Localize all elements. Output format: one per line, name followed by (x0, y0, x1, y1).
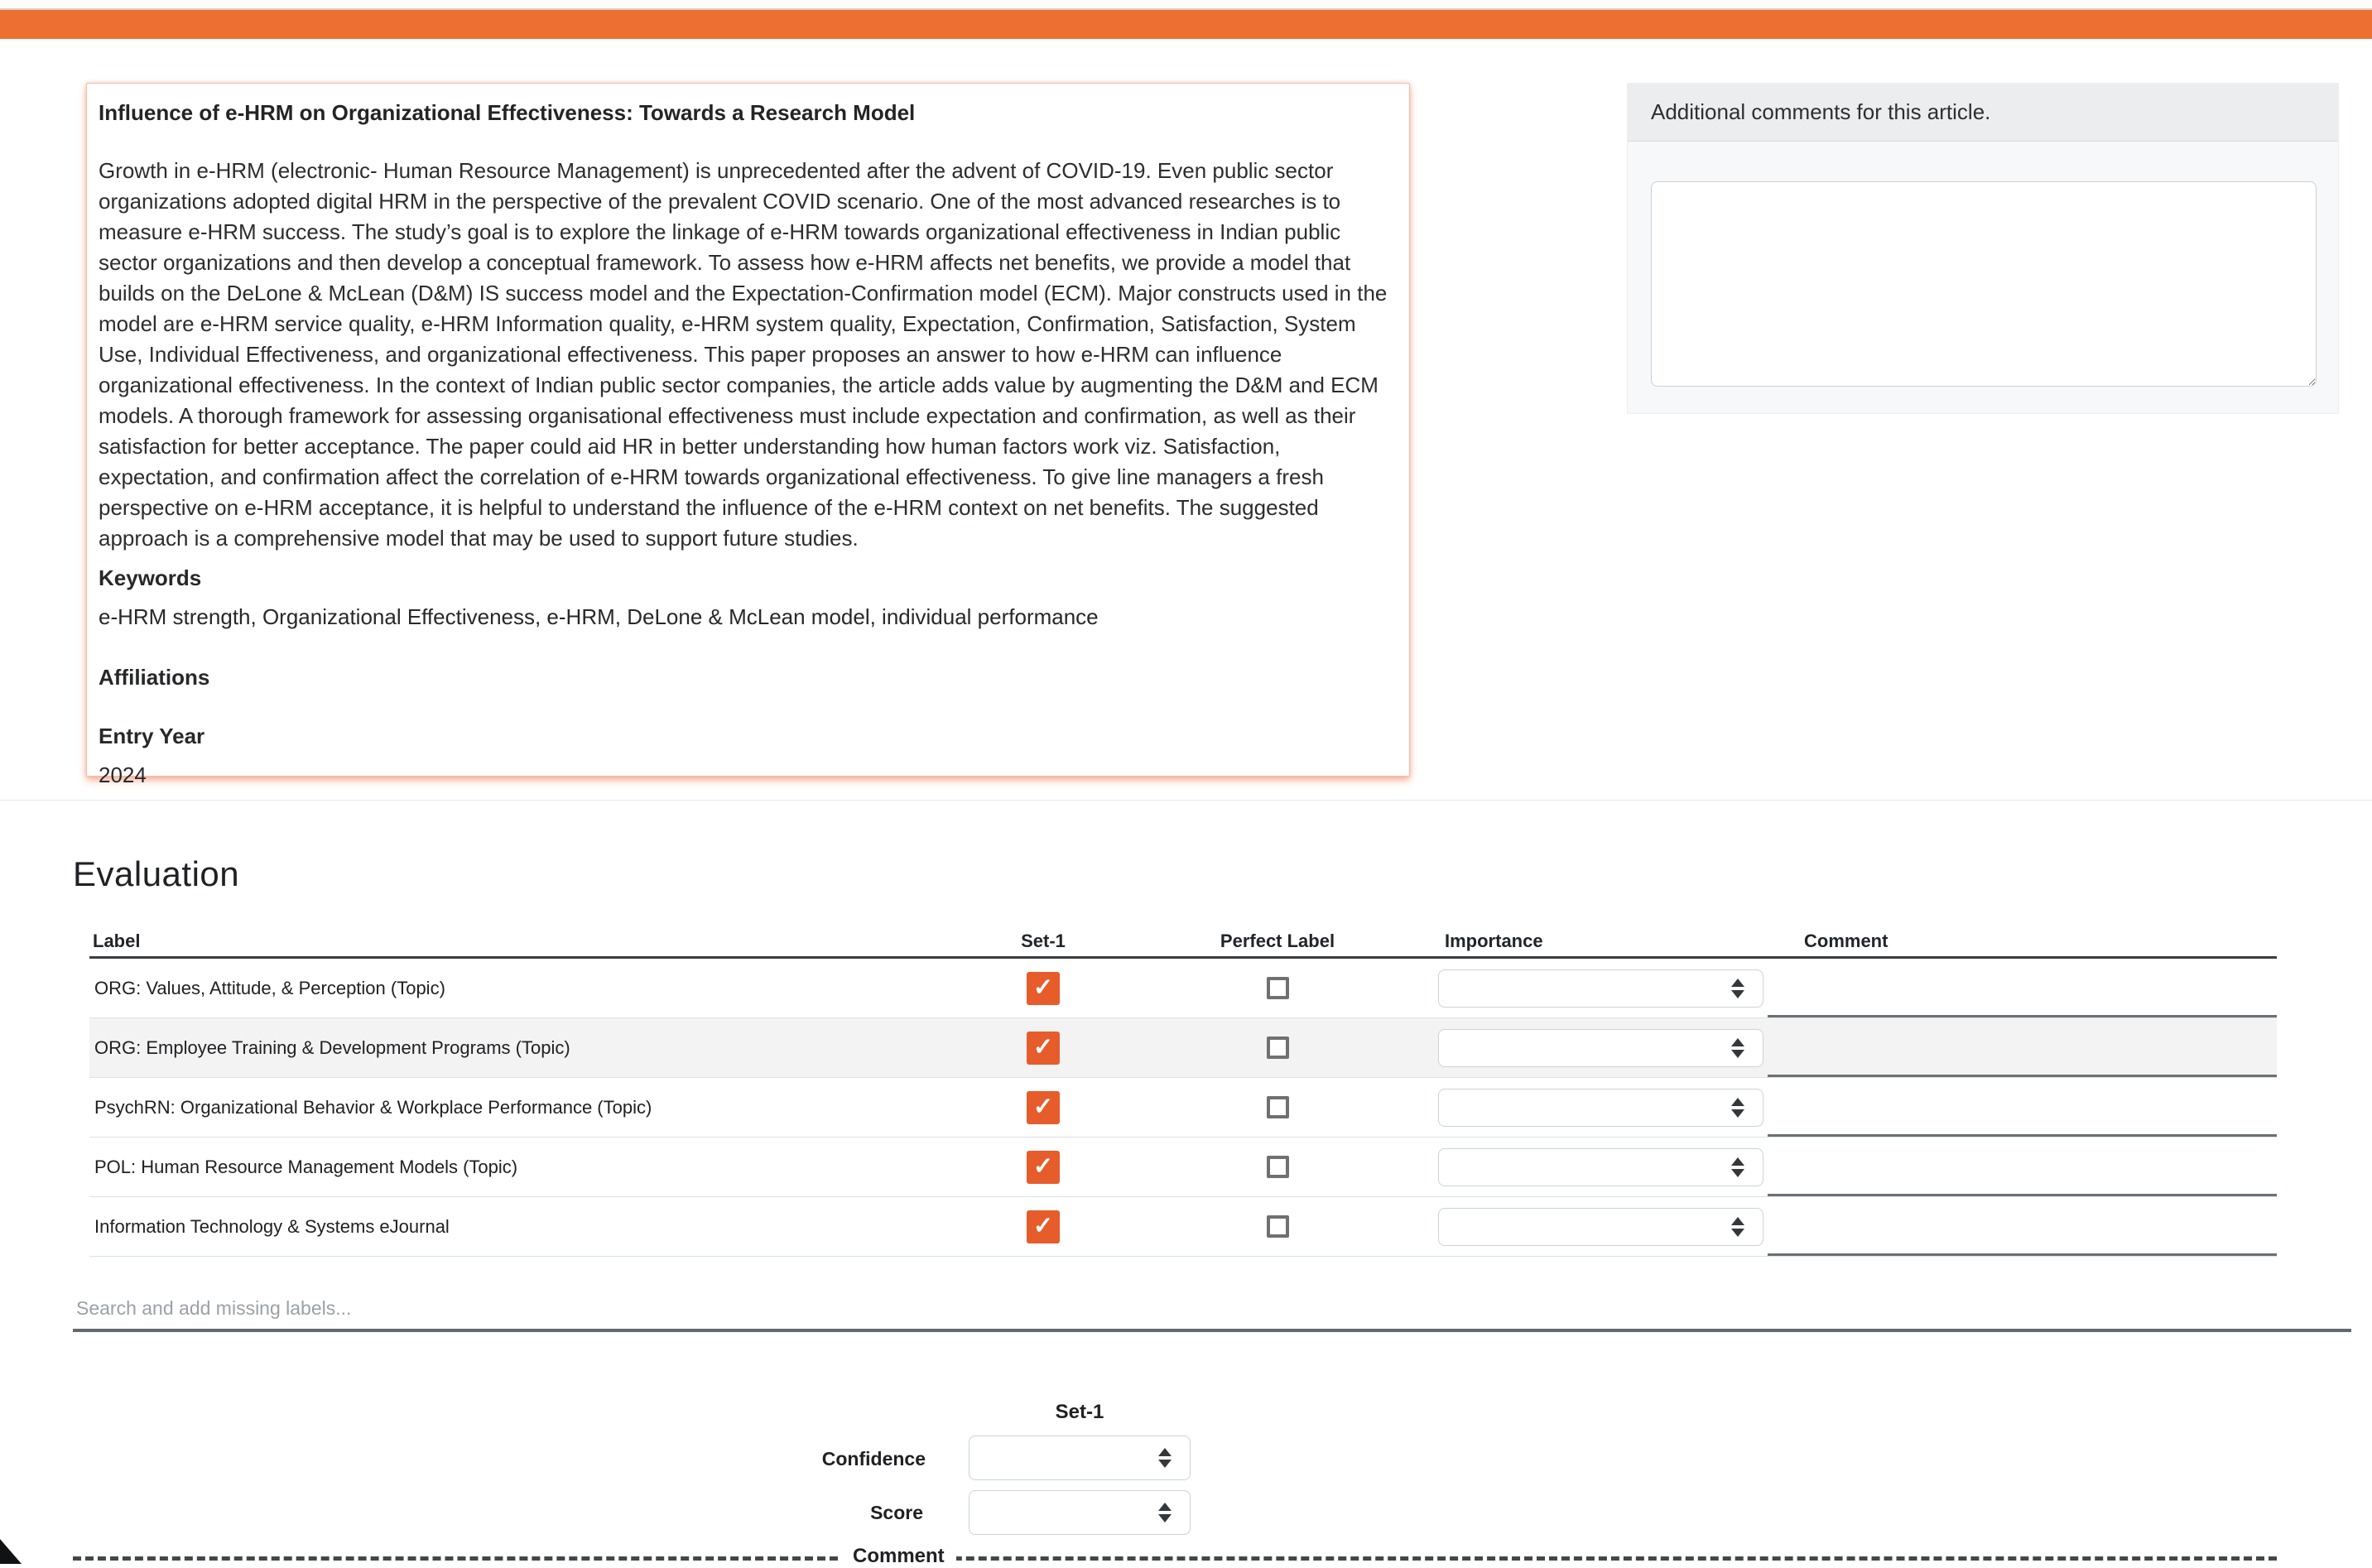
score-select[interactable] (969, 1490, 1191, 1535)
footer-set1-title: Set-1 (1055, 1401, 1104, 1423)
top-orange-bar (0, 10, 2372, 39)
importance-select[interactable] (1438, 969, 1763, 1008)
importance-select[interactable] (1438, 1088, 1763, 1127)
article-card: Influence of e-HRM on Organizational Eff… (86, 83, 1410, 787)
evaluation-heading: Evaluation (73, 854, 240, 893)
select-stepper-icon (1731, 1097, 1744, 1118)
row-comment-input[interactable] (1768, 1084, 2277, 1137)
column-header-perfect-label: Perfect Label (1220, 930, 1335, 951)
checkmark-icon: ✓ (1032, 1213, 1054, 1239)
set1-checkbox-checked[interactable]: ✓ (1027, 1031, 1060, 1065)
row-label: POL: Human Resource Management Models (T… (94, 1156, 518, 1177)
label-search-input[interactable] (73, 1287, 2351, 1332)
column-header-set1: Set-1 (1021, 930, 1066, 951)
section-divider (0, 800, 2372, 801)
top-strip (0, 0, 2372, 8)
perfect-label-checkbox[interactable] (1266, 1215, 1289, 1238)
footer-comment-label: Comment (841, 1545, 956, 1568)
evaluation-table: Label Set-1 Perfect Label Importance Com… (89, 926, 2277, 1257)
importance-select[interactable] (1438, 1147, 1763, 1186)
set1-checkbox-checked[interactable]: ✓ (1027, 1210, 1060, 1243)
keywords-text: e-HRM strength, Organizational Effective… (99, 604, 1099, 629)
row-comment-input[interactable] (1768, 1143, 2277, 1196)
confidence-select[interactable] (969, 1436, 1191, 1480)
score-label: Score (870, 1502, 923, 1523)
column-header-label: Label (93, 930, 141, 951)
confidence-label: Confidence (821, 1448, 926, 1469)
select-stepper-icon (1731, 978, 1744, 998)
additional-comments-body (1628, 142, 2338, 391)
select-stepper-icon (1158, 1448, 1172, 1468)
set1-checkbox-checked[interactable]: ✓ (1027, 1150, 1060, 1184)
checkmark-icon: ✓ (1032, 974, 1054, 1001)
entry-year-label: Entry Year (99, 724, 205, 748)
perfect-label-checkbox[interactable] (1266, 1156, 1289, 1178)
set1-checkbox-checked[interactable]: ✓ (1027, 971, 1060, 1005)
importance-select[interactable] (1438, 1028, 1763, 1067)
perfect-label-checkbox[interactable] (1266, 977, 1289, 999)
additional-comments-panel: Additional comments for this article. (1627, 83, 2339, 414)
checkmark-icon: ✓ (1032, 1034, 1054, 1061)
article-abstract: Growth in e-HRM (electronic- Human Resou… (99, 158, 1388, 551)
table-body: ORG: Values, Attitude, & Perception (Top… (89, 959, 2277, 1257)
affiliations-label: Affiliations (99, 665, 210, 690)
select-stepper-icon (1158, 1503, 1172, 1522)
dashed-divider (73, 1556, 2277, 1561)
additional-comments-header: Additional comments for this article. (1628, 84, 2338, 142)
row-label: ORG: Values, Attitude, & Perception (Top… (94, 977, 445, 998)
entry-year-value: 2024 (99, 762, 147, 787)
set1-checkbox-checked[interactable]: ✓ (1027, 1090, 1060, 1124)
checkmark-icon: ✓ (1032, 1153, 1054, 1180)
column-header-comment: Comment (1804, 930, 1888, 951)
checkmark-icon: ✓ (1032, 1094, 1054, 1120)
row-label: Information Technology & Systems eJourna… (94, 1215, 450, 1237)
table-header-row: Label Set-1 Perfect Label Importance Com… (89, 926, 2277, 959)
select-stepper-icon (1731, 1037, 1744, 1058)
row-label: ORG: Employee Training & Development Pro… (94, 1037, 570, 1058)
table-row: ORG: Values, Attitude, & Perception (Top… (89, 959, 2277, 1018)
additional-comments-textarea[interactable] (1651, 181, 2317, 387)
perfect-label-checkbox[interactable] (1266, 1037, 1289, 1059)
row-comment-input[interactable] (1768, 964, 2277, 1017)
corner-wedge (0, 1539, 22, 1564)
article-title: Influence of e-HRM on Organizational Eff… (99, 100, 916, 125)
keywords-label: Keywords (99, 565, 202, 590)
table-row: Information Technology & Systems eJourna… (89, 1197, 2277, 1257)
row-label: PsychRN: Organizational Behavior & Workp… (94, 1096, 652, 1118)
table-row: ORG: Employee Training & Development Pro… (89, 1018, 2277, 1078)
select-stepper-icon (1731, 1157, 1744, 1177)
table-row: PsychRN: Organizational Behavior & Workp… (89, 1078, 2277, 1138)
select-stepper-icon (1731, 1216, 1744, 1237)
perfect-label-checkbox[interactable] (1266, 1096, 1289, 1118)
row-comment-input[interactable] (1768, 1203, 2277, 1256)
row-comment-input[interactable] (1768, 1024, 2277, 1077)
table-row: POL: Human Resource Management Models (T… (89, 1138, 2277, 1197)
importance-select[interactable] (1438, 1207, 1763, 1246)
column-header-importance: Importance (1445, 930, 1543, 951)
